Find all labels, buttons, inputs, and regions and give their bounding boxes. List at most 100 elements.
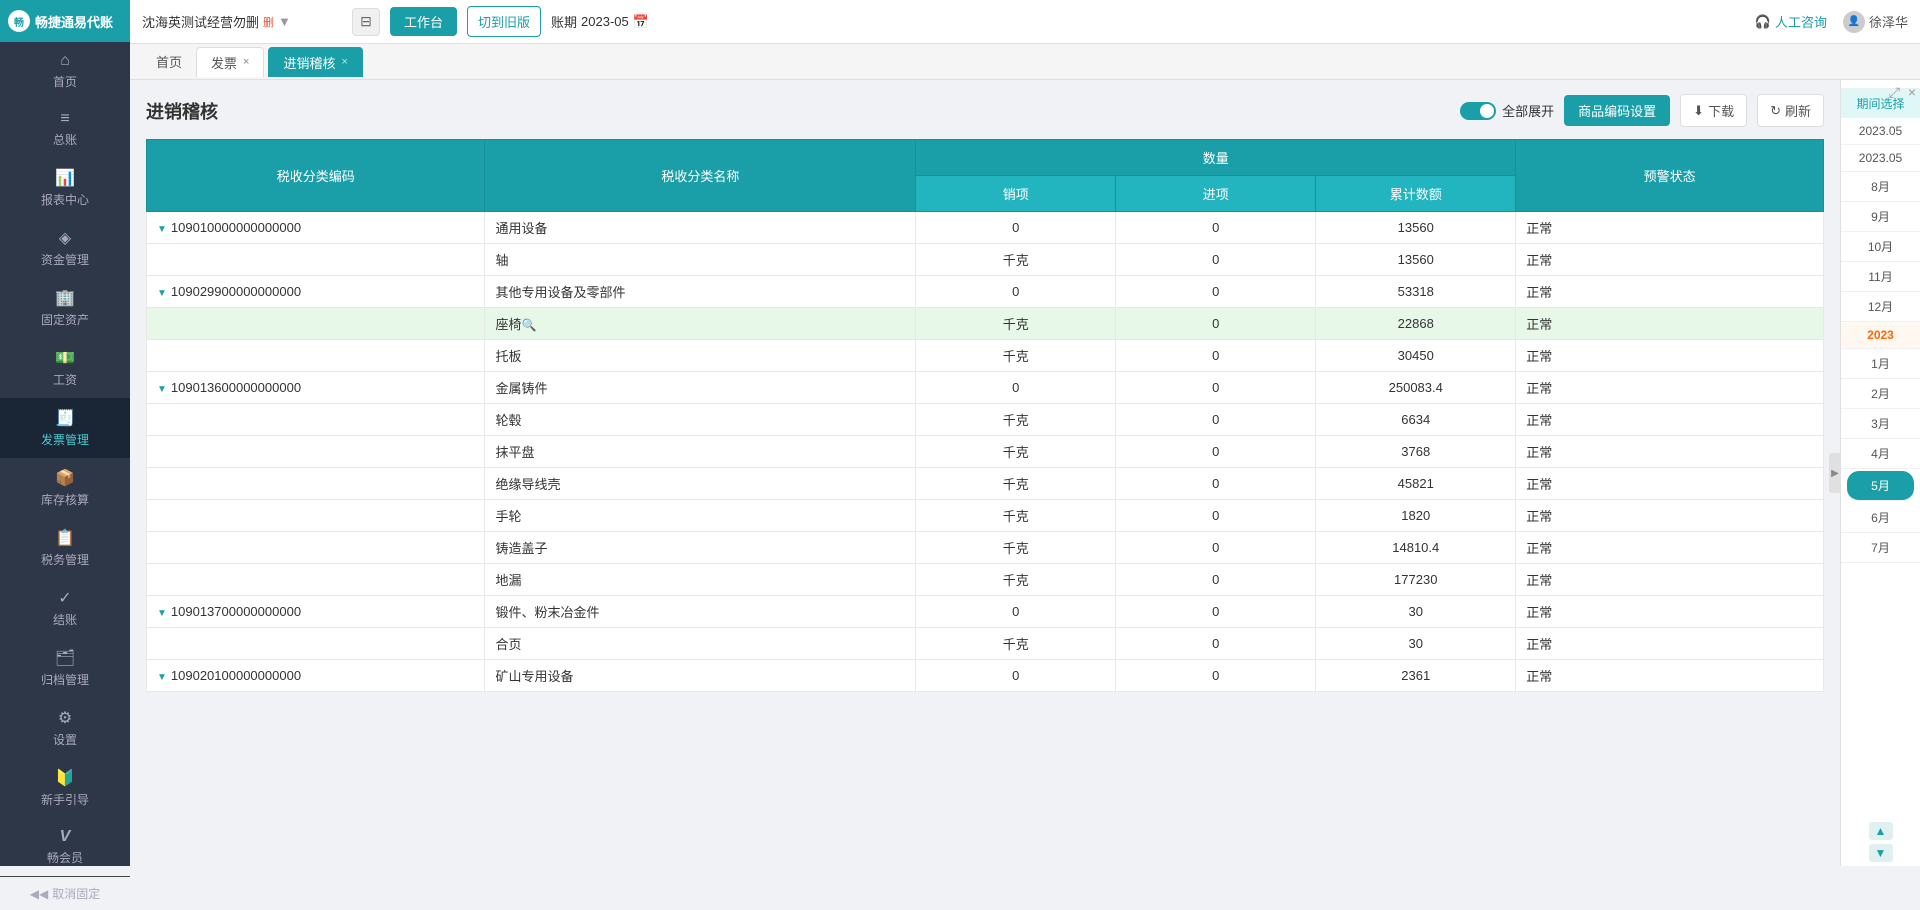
sidebar-item-archive[interactable]: 🗂 归档管理 [0, 638, 130, 698]
member-icon: V [60, 828, 71, 846]
tax-name-cell: 抹平盘 [485, 436, 916, 468]
period-item-4[interactable]: 4月 [1841, 439, 1920, 469]
sidebar-item-reports[interactable]: 📊 报表中心 [0, 158, 130, 218]
period-item-2023-05-top[interactable]: 2023.05 [1841, 118, 1920, 145]
cumulative-cell: 53318 [1316, 276, 1516, 308]
table-row: 手轮 千克 0 1820 正常 [147, 500, 1824, 532]
reports-icon: 📊 [55, 168, 75, 188]
funds-icon: ◈ [59, 228, 71, 248]
panel-toggle[interactable]: ▶ [1829, 453, 1841, 493]
tax-code-cell: ▼109020100000000000 [147, 660, 485, 692]
workbench-button[interactable]: 工作台 [390, 7, 457, 36]
period-item-6[interactable]: 6月 [1841, 503, 1920, 533]
page-header: 进销稽核 全部展开 商品编码设置 ⬇ 下载 ↻ 刷新 [146, 94, 1824, 127]
scroll-up-button[interactable]: ▲ [1869, 822, 1893, 840]
period-item-3[interactable]: 3月 [1841, 409, 1920, 439]
cumulative-cell: 30450 [1316, 340, 1516, 372]
purchase-cell: 0 [1116, 628, 1316, 660]
tab-home[interactable]: 首页 [146, 46, 192, 77]
period-item-5-active[interactable]: 5月 [1847, 471, 1914, 501]
old-version-button[interactable]: 切到旧版 [467, 6, 541, 37]
tab-invoice-close-icon[interactable]: × [243, 56, 249, 68]
sidebar-item-label: 库存核算 [41, 491, 89, 508]
table-row: ▼109013600000000000 金属铸件 0 0 250083.4 正常 [147, 372, 1824, 404]
sidebar-item-member[interactable]: V 畅会员 [0, 818, 130, 876]
period-item-2023-05-bottom[interactable]: 2023.05 [1841, 145, 1920, 172]
toggle-all-label: 全部展开 [1502, 101, 1554, 120]
right-panel-controls: ⤢ × [1841, 80, 1920, 89]
save-button[interactable]: ⊟ [352, 8, 380, 36]
sidebar-item-label: 固定资产 [41, 311, 89, 328]
period-year-2023: 2023 [1841, 322, 1920, 349]
period-item-7[interactable]: 7月 [1841, 533, 1920, 563]
panel-close-icon[interactable]: × [1908, 84, 1916, 100]
table-row: 托板 千克 0 30450 正常 [147, 340, 1824, 372]
unpin-label: 取消固定 [52, 885, 100, 902]
cumulative-cell: 1820 [1316, 500, 1516, 532]
table-row: ▼109020100000000000 矿山专用设备 0 0 2361 正常 [147, 660, 1824, 692]
tab-invoice[interactable]: 发票 × [196, 47, 264, 77]
product-code-button[interactable]: 商品编码设置 [1564, 95, 1670, 126]
tab-reconcile[interactable]: 进销稽核 × [268, 47, 362, 77]
sidebar-item-inventory[interactable]: 📦 库存核算 [0, 458, 130, 518]
period-item-8[interactable]: 8月 [1841, 172, 1920, 202]
unit-cell: 千克 [916, 468, 1116, 500]
tax-name-cell: 绝缘导线壳 [485, 468, 916, 500]
sidebar-unpin-button[interactable]: ◀◀ 取消固定 [0, 876, 130, 910]
period-display: 账期 2023-05 📅 [551, 12, 649, 31]
expand-icon[interactable]: ▼ [157, 224, 167, 235]
sidebar-item-payroll[interactable]: 💵 工资 [0, 338, 130, 398]
cumulative-cell: 177230 [1316, 564, 1516, 596]
tax-code-cell: ▼109010000000000000 [147, 212, 485, 244]
period-item-9[interactable]: 9月 [1841, 202, 1920, 232]
sidebar-item-label: 税务管理 [41, 551, 89, 568]
sale-cell: 0 [916, 660, 1116, 692]
search-icon[interactable]: 🔍 [521, 318, 536, 332]
page-content: 进销稽核 全部展开 商品编码设置 ⬇ 下载 ↻ 刷新 [130, 80, 1840, 866]
toggle-all-switch[interactable] [1460, 102, 1496, 120]
sidebar-item-assets[interactable]: 🏢 固定资产 [0, 278, 130, 338]
service-button[interactable]: 🎧 人工咨询 [1755, 12, 1827, 31]
sale-cell: 0 [916, 372, 1116, 404]
period-item-1[interactable]: 1月 [1841, 349, 1920, 379]
unit-cell: 千克 [916, 244, 1116, 276]
sidebar-item-settings[interactable]: ⚙ 设置 [0, 698, 130, 758]
tax-name-cell: 座椅🔍 [485, 308, 916, 340]
expand-icon[interactable]: ▼ [157, 288, 167, 299]
table-row: 合页 千克 0 30 正常 [147, 628, 1824, 660]
purchase-cell: 0 [1116, 596, 1316, 628]
tax-code-cell [147, 468, 485, 500]
period-item-2[interactable]: 2月 [1841, 379, 1920, 409]
sidebar-item-invoice[interactable]: 🧾 发票管理 [0, 398, 130, 458]
col-header-tax-code: 税收分类编码 [147, 140, 485, 212]
table-row: 座椅🔍 千克 0 22868 正常 [147, 308, 1824, 340]
sidebar-item-funds[interactable]: ◈ 资金管理 [0, 218, 130, 278]
expand-icon[interactable]: ▼ [157, 608, 167, 619]
sidebar-item-tax[interactable]: 📋 税务管理 [0, 518, 130, 578]
tax-name-cell: 轴 [485, 244, 916, 276]
calendar-icon[interactable]: 📅 [633, 14, 649, 30]
tax-code-cell [147, 244, 485, 276]
home-icon: ⌂ [60, 52, 70, 70]
refresh-button[interactable]: ↻ 刷新 [1757, 94, 1824, 127]
user-menu[interactable]: 👤 徐泽华 [1843, 11, 1908, 33]
expand-icon[interactable]: ▼ [157, 672, 167, 683]
tax-code-cell [147, 500, 485, 532]
sidebar-item-home[interactable]: ⌂ 首页 [0, 42, 130, 100]
sidebar-item-closing[interactable]: ✓ 结账 [0, 578, 130, 638]
sidebar-item-guide[interactable]: 🔰 新手引导 [0, 758, 130, 818]
period-item-11[interactable]: 11月 [1841, 262, 1920, 292]
content-area: 进销稽核 全部展开 商品编码设置 ⬇ 下载 ↻ 刷新 [130, 80, 1920, 866]
col-header-quantity-group: 数量 [916, 140, 1516, 176]
expand-icon[interactable]: ▼ [157, 384, 167, 395]
scroll-down-button[interactable]: ▼ [1869, 844, 1893, 862]
download-button[interactable]: ⬇ 下载 [1680, 94, 1747, 127]
period-item-10[interactable]: 10月 [1841, 232, 1920, 262]
tab-reconcile-close-icon[interactable]: × [341, 56, 347, 68]
sidebar-item-ledger[interactable]: ≡ 总账 [0, 100, 130, 158]
download-icon: ⬇ [1693, 103, 1704, 119]
period-item-12[interactable]: 12月 [1841, 292, 1920, 322]
purchase-cell: 0 [1116, 404, 1316, 436]
company-selector[interactable]: 沈海英测试经营勿删 删 ▼ [142, 12, 342, 31]
panel-expand-icon[interactable]: ⤢ [1889, 84, 1900, 101]
